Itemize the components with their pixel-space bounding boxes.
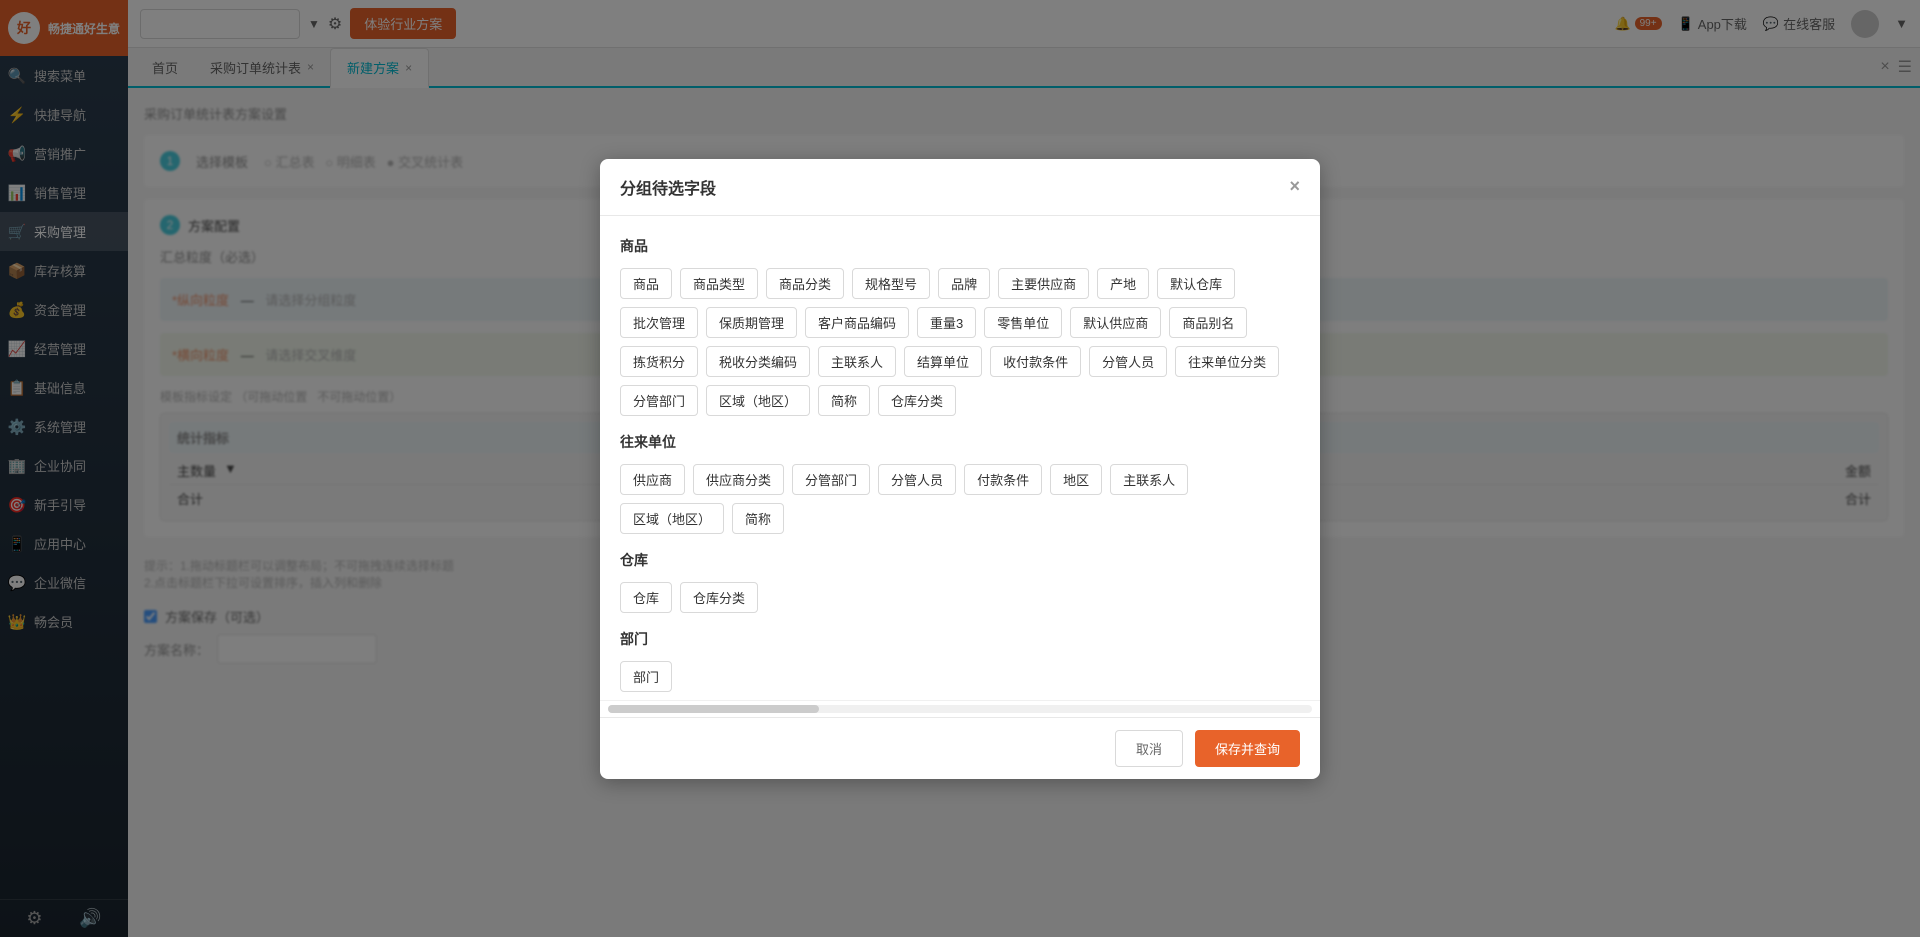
field-abbr[interactable]: 简称 <box>732 503 784 534</box>
field-select-modal: 分组待选字段 × 商品 商品 商品类型 商品分类 规格型号 品牌 主要供应商 产… <box>600 159 1320 779</box>
field-warehouse-category[interactable]: 仓库分类 <box>680 582 758 613</box>
field-batch-mgmt[interactable]: 批次管理 <box>620 307 698 338</box>
field-brand[interactable]: 品牌 <box>938 268 990 299</box>
field-warehouse-cat[interactable]: 仓库分类 <box>878 385 956 416</box>
field-retail-unit[interactable]: 零售单位 <box>984 307 1062 338</box>
modal-close-button[interactable]: × <box>1289 176 1300 197</box>
modal-footer: 取消 保存并查询 <box>600 717 1320 779</box>
field-product[interactable]: 商品 <box>620 268 672 299</box>
field-default-supplier[interactable]: 默认供应商 <box>1070 307 1161 338</box>
modal-body[interactable]: 商品 商品 商品类型 商品分类 规格型号 品牌 主要供应商 产地 默认仓库 批次… <box>600 216 1320 700</box>
field-payment-cond[interactable]: 付款条件 <box>964 464 1042 495</box>
field-region[interactable]: 区域（地区） <box>706 385 810 416</box>
field-supplier[interactable]: 供应商 <box>620 464 685 495</box>
section-warehouse-title: 仓库 <box>620 550 1300 570</box>
confirm-button[interactable]: 保存并查询 <box>1195 730 1300 767</box>
horizontal-scrollbar[interactable] <box>608 705 1312 713</box>
field-origin[interactable]: 产地 <box>1097 268 1149 299</box>
field-quality-mgmt[interactable]: 保质期管理 <box>706 307 797 338</box>
field-warehouse[interactable]: 仓库 <box>620 582 672 613</box>
field-weight3[interactable]: 重量3 <box>917 307 976 338</box>
section-department-title: 部门 <box>620 629 1300 649</box>
field-dept-mgmt[interactable]: 分管部门 <box>620 385 698 416</box>
field-product-category[interactable]: 商品分类 <box>766 268 844 299</box>
modal-overlay: 分组待选字段 × 商品 商品 商品类型 商品分类 规格型号 品牌 主要供应商 产… <box>0 0 1920 937</box>
modal-title: 分组待选字段 <box>620 175 716 199</box>
field-dept-person[interactable]: 分管人员 <box>878 464 956 495</box>
warehouse-field-group: 仓库 仓库分类 <box>620 582 1300 613</box>
section-partner-title: 往来单位 <box>620 432 1300 452</box>
field-tax-code[interactable]: 税收分类编码 <box>706 346 810 377</box>
field-main-contact[interactable]: 主联系人 <box>1110 464 1188 495</box>
department-field-group: 部门 <box>620 661 1300 692</box>
product-field-group: 商品 商品类型 商品分类 规格型号 品牌 主要供应商 产地 默认仓库 批次管理 … <box>620 268 1300 416</box>
field-product-type[interactable]: 商品类型 <box>680 268 758 299</box>
field-short-name[interactable]: 简称 <box>818 385 870 416</box>
field-product-alias[interactable]: 商品别名 <box>1169 307 1247 338</box>
field-department[interactable]: 部门 <box>620 661 672 692</box>
field-dept[interactable]: 分管部门 <box>792 464 870 495</box>
field-contact-person[interactable]: 主联系人 <box>818 346 896 377</box>
field-supplier-category[interactable]: 供应商分类 <box>693 464 784 495</box>
field-default-warehouse[interactable]: 默认仓库 <box>1157 268 1235 299</box>
field-manager[interactable]: 分管人员 <box>1089 346 1167 377</box>
field-settlement-unit[interactable]: 结算单位 <box>904 346 982 377</box>
field-region2[interactable]: 区域（地区） <box>620 503 724 534</box>
field-pickup-points[interactable]: 拣货积分 <box>620 346 698 377</box>
field-customer-code[interactable]: 客户商品编码 <box>805 307 909 338</box>
field-from-unit-category[interactable]: 往来单位分类 <box>1175 346 1279 377</box>
field-spec-type[interactable]: 规格型号 <box>852 268 930 299</box>
field-main-supplier[interactable]: 主要供应商 <box>998 268 1089 299</box>
cancel-button[interactable]: 取消 <box>1115 730 1183 767</box>
modal-header: 分组待选字段 × <box>600 159 1320 216</box>
field-payment-terms[interactable]: 收付款条件 <box>990 346 1081 377</box>
partner-field-group: 供应商 供应商分类 分管部门 分管人员 付款条件 地区 主联系人 区域（地区） … <box>620 464 1300 534</box>
field-area[interactable]: 地区 <box>1050 464 1102 495</box>
section-product-title: 商品 <box>620 236 1300 256</box>
